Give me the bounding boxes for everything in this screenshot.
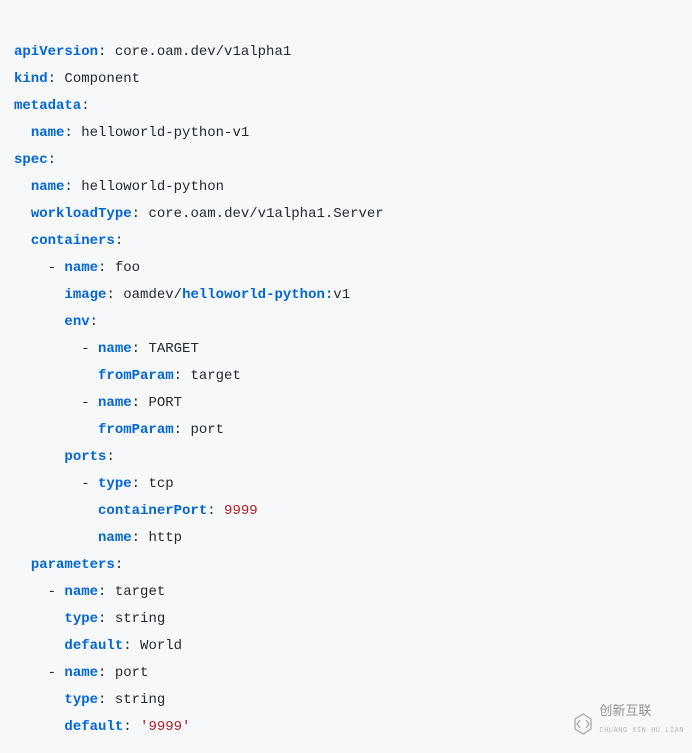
key-containers: containers — [31, 233, 115, 249]
key-container-name: name — [64, 260, 98, 276]
key-containerPort: containerPort — [98, 503, 207, 519]
val-image-pre: oamdev/ — [123, 287, 182, 303]
val-p1-default: World — [140, 638, 182, 654]
val-image-post: v1 — [333, 287, 350, 303]
val-kind: Component — [64, 71, 140, 87]
key-p1-name: name — [64, 584, 98, 600]
val-p1-type: string — [115, 611, 165, 627]
logo-icon — [571, 712, 595, 736]
key-metadata-name: name — [31, 125, 65, 141]
watermark-sub: CHUANG XIN HU LIAN — [599, 718, 684, 745]
key-workloadType: workloadType — [31, 206, 132, 222]
val-image-hl: helloworld-python: — [182, 287, 333, 303]
key-p1-type: type — [64, 611, 98, 627]
val-container-name: foo — [115, 260, 140, 276]
val-p1-name: target — [115, 584, 165, 600]
val-env1-fromParam: target — [190, 368, 240, 384]
yaml-code-block: apiVersion: core.oam.dev/v1alpha1 kind: … — [14, 12, 678, 741]
val-p2-default: '9999' — [140, 719, 190, 735]
val-p2-type: string — [115, 692, 165, 708]
val-port-type: tcp — [148, 476, 173, 492]
val-port-name: http — [148, 530, 182, 546]
key-p2-name: name — [64, 665, 98, 681]
key-env2-fromParam: fromParam — [98, 422, 174, 438]
key-p1-default: default — [64, 638, 123, 654]
key-apiVersion: apiVersion — [14, 44, 98, 60]
key-env1-fromParam: fromParam — [98, 368, 174, 384]
key-env: env — [64, 314, 89, 330]
key-spec: spec — [14, 152, 48, 168]
key-env1-name: name — [98, 341, 132, 357]
val-apiVersion: core.oam.dev/v1alpha1 — [115, 44, 291, 60]
key-port-type: type — [98, 476, 132, 492]
key-parameters: parameters — [31, 557, 115, 573]
val-containerPort: 9999 — [224, 503, 258, 519]
val-env1-name: TARGET — [148, 341, 198, 357]
key-p2-type: type — [64, 692, 98, 708]
key-port-name: name — [98, 530, 132, 546]
key-metadata: metadata — [14, 98, 81, 114]
key-p2-default: default — [64, 719, 123, 735]
key-image: image — [64, 287, 106, 303]
val-env2-name: PORT — [148, 395, 182, 411]
val-spec-name: helloworld-python — [81, 179, 224, 195]
key-kind: kind — [14, 71, 48, 87]
val-p2-name: port — [115, 665, 149, 681]
val-workloadType: core.oam.dev/v1alpha1.Server — [148, 206, 383, 222]
key-spec-name: name — [31, 179, 65, 195]
val-metadata-name: helloworld-python-v1 — [81, 125, 249, 141]
val-env2-fromParam: port — [190, 422, 224, 438]
watermark-main: 创新互联 — [599, 704, 684, 718]
watermark-logo: 创新互联 CHUANG XIN HU LIAN — [571, 704, 684, 745]
key-env2-name: name — [98, 395, 132, 411]
key-ports: ports — [64, 449, 106, 465]
